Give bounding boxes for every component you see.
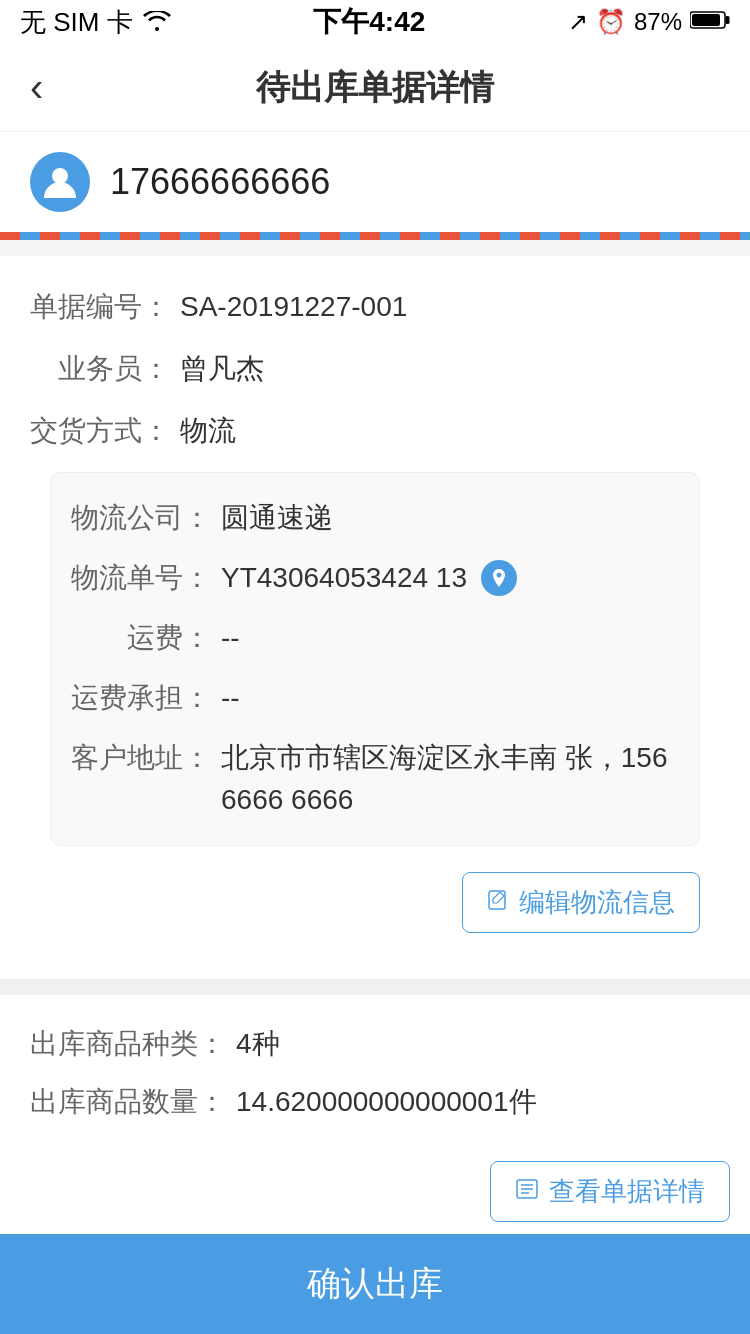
battery-icon (690, 8, 730, 36)
view-detail-row: 查看单据详情 (0, 1151, 750, 1238)
dashed-separator (0, 232, 750, 240)
edit-icon (487, 887, 509, 918)
product-type-value: 4种 (236, 1025, 280, 1063)
confirm-btn-label: 确认出库 (307, 1261, 443, 1307)
section-divider (0, 979, 750, 995)
freight-bearer-label: 运费承担： (71, 677, 211, 719)
freight-bearer-row: 运费承担： -- (71, 677, 679, 719)
carrier-text: 无 SIM 卡 (20, 5, 133, 40)
svg-point-3 (52, 168, 68, 184)
back-button[interactable]: ‹ (30, 65, 43, 110)
logistics-tracking-value: YT43064053424 13 (221, 557, 679, 599)
status-right: ↗ ⏰ 87% (568, 8, 730, 36)
svg-rect-1 (725, 16, 729, 24)
battery-text: 87% (634, 8, 682, 36)
delivery-row: 交货方式： 物流 (30, 410, 720, 452)
avatar (30, 152, 90, 212)
edit-logistics-button[interactable]: 编辑物流信息 (462, 872, 700, 933)
list-icon (515, 1176, 539, 1207)
page-title: 待出库单据详情 (256, 65, 494, 111)
back-icon: ‹ (30, 65, 43, 109)
product-section: 出库商品种类： 4种 出库商品数量： 14.620000000000001件 (0, 995, 750, 1151)
status-left: 无 SIM 卡 (20, 5, 171, 40)
location-status-icon: ↗ (568, 8, 588, 36)
product-quantity-row: 出库商品数量： 14.620000000000001件 (30, 1083, 720, 1121)
order-info-section: 单据编号： SA-20191227-001 业务员： 曾凡杰 交货方式： 物流 … (0, 256, 750, 979)
nav-bar: ‹ 待出库单据详情 (0, 44, 750, 132)
address-value: 北京市市辖区海淀区永丰南 张，156 6666 6666 (221, 737, 679, 821)
logistics-card: 物流公司： 圆通速递 物流单号： YT43064053424 13 运费： --… (50, 472, 700, 846)
view-detail-button[interactable]: 查看单据详情 (490, 1161, 730, 1222)
logistics-company-row: 物流公司： 圆通速递 (71, 497, 679, 539)
delivery-label: 交货方式： (30, 410, 170, 452)
salesman-row: 业务员： 曾凡杰 (30, 348, 720, 390)
product-quantity-label: 出库商品数量： (30, 1083, 226, 1121)
status-bar: 无 SIM 卡 下午4:42 ↗ ⏰ 87% (0, 0, 750, 44)
product-quantity-value: 14.620000000000001件 (236, 1083, 537, 1121)
address-label: 客户地址： (71, 737, 211, 779)
logistics-tracking-label: 物流单号： (71, 557, 211, 599)
salesman-value: 曾凡杰 (180, 348, 720, 390)
product-type-label: 出库商品种类： (30, 1025, 226, 1063)
freight-value: -- (221, 617, 679, 659)
freight-label: 运费： (71, 617, 211, 659)
freight-bearer-value: -- (221, 677, 679, 719)
edit-btn-row: 编辑物流信息 (30, 862, 720, 949)
wifi-icon (143, 7, 171, 38)
order-no-label: 单据编号： (30, 286, 170, 328)
status-time: 下午4:42 (313, 3, 425, 41)
customer-header: 17666666666 (0, 132, 750, 232)
salesman-label: 业务员： (30, 348, 170, 390)
confirm-button[interactable]: 确认出库 (0, 1234, 750, 1334)
logistics-tracking-row: 物流单号： YT43064053424 13 (71, 557, 679, 599)
logistics-company-value: 圆通速递 (221, 497, 679, 539)
logistics-company-label: 物流公司： (71, 497, 211, 539)
customer-phone: 17666666666 (110, 161, 330, 203)
svg-rect-4 (489, 891, 505, 909)
freight-row: 运费： -- (71, 617, 679, 659)
address-row: 客户地址： 北京市市辖区海淀区永丰南 张，156 6666 6666 (71, 737, 679, 821)
alarm-icon: ⏰ (596, 8, 626, 36)
edit-logistics-label: 编辑物流信息 (519, 885, 675, 920)
order-no-value: SA-20191227-001 (180, 286, 720, 328)
order-no-row: 单据编号： SA-20191227-001 (30, 286, 720, 328)
product-type-row: 出库商品种类： 4种 (30, 1025, 720, 1063)
track-location-icon[interactable] (481, 560, 517, 596)
delivery-value: 物流 (180, 410, 720, 452)
svg-rect-2 (692, 14, 720, 26)
tracking-number: YT43064053424 13 (221, 557, 467, 599)
view-detail-label: 查看单据详情 (549, 1174, 705, 1209)
